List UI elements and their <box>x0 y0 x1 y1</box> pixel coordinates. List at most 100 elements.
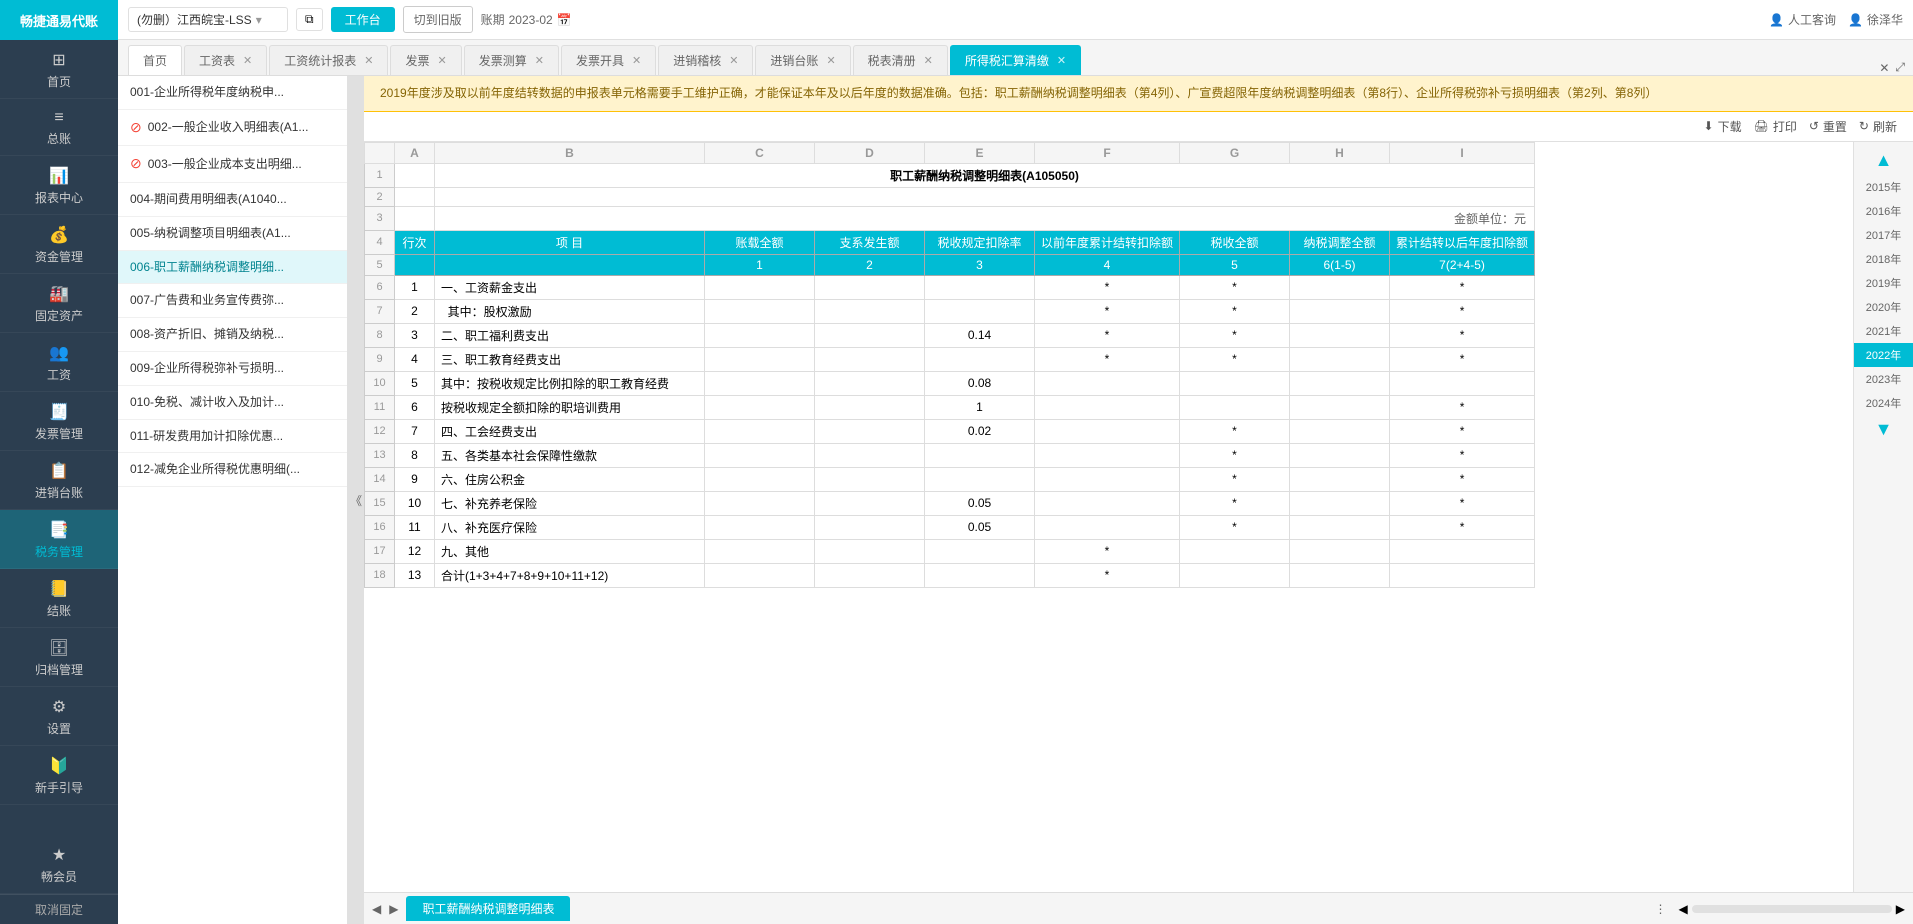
copy-button[interactable]: ⧉ <box>296 8 323 31</box>
cell-c5[interactable]: * <box>1180 491 1290 515</box>
cell-seq[interactable]: 12 <box>395 539 435 563</box>
cell-c1[interactable] <box>705 323 815 347</box>
cell-item[interactable]: 二、职工福利费支出 <box>435 323 705 347</box>
cell-c2[interactable] <box>815 467 925 491</box>
year-2021[interactable]: 2021年 <box>1854 319 1913 343</box>
cell-a1[interactable] <box>395 163 435 187</box>
cell-c5[interactable]: * <box>1180 347 1290 371</box>
form-list-item-007[interactable]: 007-广告费和业务宣传费弥... <box>118 284 347 318</box>
cell-c3[interactable] <box>925 443 1035 467</box>
close-icon[interactable]: ✕ <box>535 54 544 67</box>
cell-c7[interactable] <box>1390 371 1535 395</box>
cell-a2[interactable] <box>395 187 435 206</box>
tab-salary-table[interactable]: 工资表 ✕ <box>184 45 267 75</box>
close-icon[interactable]: ✕ <box>243 54 252 67</box>
cell-c5[interactable]: * <box>1180 275 1290 299</box>
cell-c2[interactable] <box>815 371 925 395</box>
tab-invoice[interactable]: 发票 ✕ <box>390 45 461 75</box>
cell-c7[interactable]: * <box>1390 491 1535 515</box>
form-list-item-002[interactable]: ⊘ 002-一般企业收入明细表(A1... <box>118 110 347 147</box>
cell-seq[interactable]: 8 <box>395 443 435 467</box>
sidebar-item-finance[interactable]: 💰 资金管理 <box>0 215 118 274</box>
tab-home[interactable]: 首页 <box>128 45 182 75</box>
cell-c6[interactable] <box>1290 275 1390 299</box>
refresh-button[interactable]: ↻ 刷新 <box>1859 118 1897 135</box>
cell-c1[interactable] <box>705 539 815 563</box>
cell-c2[interactable] <box>815 395 925 419</box>
cell-c2[interactable] <box>815 323 925 347</box>
close-icon[interactable]: ✕ <box>632 54 641 67</box>
cell-c5[interactable]: * <box>1180 323 1290 347</box>
switch-old-button[interactable]: 切到旧版 <box>403 6 473 33</box>
tab-invoice-issue[interactable]: 发票开具 ✕ <box>561 45 656 75</box>
cell-c5[interactable]: * <box>1180 419 1290 443</box>
sheet-tab-main[interactable]: 职工薪酬纳税调整明细表 <box>406 896 570 921</box>
tab-close-all-icon[interactable]: ✕ <box>1879 61 1889 75</box>
cell-c3[interactable]: 0.02 <box>925 419 1035 443</box>
cell-item[interactable]: 八、补充医疗保险 <box>435 515 705 539</box>
cell-c2[interactable] <box>815 275 925 299</box>
cell-c6[interactable] <box>1290 395 1390 419</box>
cell-seq[interactable]: 3 <box>395 323 435 347</box>
cell-c7[interactable]: * <box>1390 419 1535 443</box>
year-2019[interactable]: 2019年 <box>1854 271 1913 295</box>
spreadsheet[interactable]: A B C D E F G H I <box>364 142 1853 893</box>
sidebar-item-settings[interactable]: ⚙ 设置 <box>0 687 118 746</box>
cell-c1[interactable] <box>705 371 815 395</box>
cell-c4[interactable]: * <box>1035 539 1180 563</box>
sheet-options-icon[interactable]: ⋮ <box>1655 902 1667 916</box>
company-selector[interactable]: (勿删）江西皖宝-LSS ▾ <box>128 7 288 32</box>
cell-c7[interactable] <box>1390 539 1535 563</box>
sidebar-item-home[interactable]: ⊞ 首页 <box>0 40 118 99</box>
unpin-button[interactable]: 取消固定 <box>0 894 118 924</box>
cell-c2[interactable] <box>815 347 925 371</box>
tab-purchase-check[interactable]: 进销稽核 ✕ <box>658 45 753 75</box>
reset-button[interactable]: ↺ 重置 <box>1809 118 1847 135</box>
cell-c5[interactable] <box>1180 371 1290 395</box>
sidebar-item-archive[interactable]: 🗄 归档管理 <box>0 628 118 687</box>
cell-c6[interactable] <box>1290 467 1390 491</box>
cell-c7[interactable]: * <box>1390 299 1535 323</box>
cell-c7[interactable]: * <box>1390 395 1535 419</box>
cell-a3[interactable] <box>395 206 435 230</box>
form-list-item-005[interactable]: 005-纳税调整项目明细表(A1... <box>118 217 347 251</box>
cell-c1[interactable] <box>705 299 815 323</box>
cell-c2[interactable] <box>815 299 925 323</box>
cell-c4[interactable] <box>1035 467 1180 491</box>
cell-c6[interactable] <box>1290 347 1390 371</box>
cell-c7[interactable] <box>1390 563 1535 587</box>
cell-seq[interactable]: 6 <box>395 395 435 419</box>
cell-seq[interactable]: 4 <box>395 347 435 371</box>
cell-c5[interactable]: * <box>1180 443 1290 467</box>
form-list-item-006[interactable]: 006-职工薪酬纳税调整明细... <box>118 251 347 285</box>
sheet-scroll-bar-left[interactable]: ◀ <box>1679 902 1688 916</box>
download-button[interactable]: ⬇ 下载 <box>1704 118 1742 135</box>
tab-tax-book[interactable]: 税表清册 ✕ <box>853 45 948 75</box>
form-list-item-001[interactable]: 001-企业所得税年度纳税申... <box>118 76 347 110</box>
cell-c6[interactable] <box>1290 491 1390 515</box>
cell-c3[interactable] <box>925 299 1035 323</box>
year-2015[interactable]: 2015年 <box>1854 175 1913 199</box>
cell-c4[interactable] <box>1035 443 1180 467</box>
cell-item[interactable]: 一、工资薪金支出 <box>435 275 705 299</box>
cell-c1[interactable] <box>705 467 815 491</box>
cell-c3[interactable] <box>925 275 1035 299</box>
form-list-item-011[interactable]: 011-研发费用加计扣除优惠... <box>118 420 347 454</box>
cell-c4[interactable] <box>1035 515 1180 539</box>
cell-c7[interactable]: * <box>1390 275 1535 299</box>
workbench-button[interactable]: 工作台 <box>331 7 395 32</box>
year-2022[interactable]: 2022年 <box>1854 343 1913 367</box>
cell-seq[interactable]: 2 <box>395 299 435 323</box>
cell-c4[interactable]: * <box>1035 275 1180 299</box>
tab-expand-icon[interactable]: ⤢ <box>1895 60 1905 75</box>
cell-c2[interactable] <box>815 443 925 467</box>
cell-c6[interactable] <box>1290 419 1390 443</box>
form-list-item-010[interactable]: 010-免税、减计收入及加计... <box>118 386 347 420</box>
cell-c1[interactable] <box>705 347 815 371</box>
cell-c6[interactable] <box>1290 539 1390 563</box>
cell-item[interactable]: 其中：按税收规定比例扣除的职工教育经费 <box>435 371 705 395</box>
cell-c1[interactable] <box>705 395 815 419</box>
year-2020[interactable]: 2020年 <box>1854 295 1913 319</box>
cell-seq[interactable]: 13 <box>395 563 435 587</box>
cell-c4[interactable]: * <box>1035 299 1180 323</box>
